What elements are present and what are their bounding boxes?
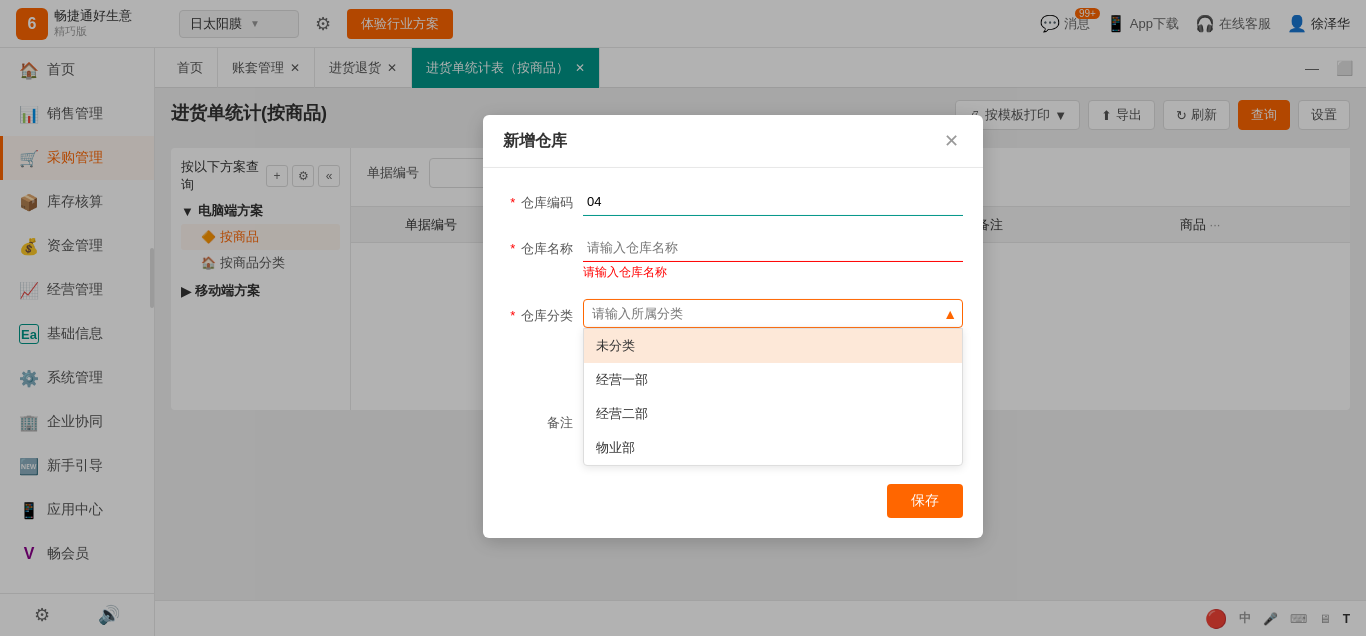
warehouse-category-row: * 仓库分类 ▲ 未分类 经营一部 经营二部: [503, 299, 963, 328]
required-star-name: *: [510, 241, 515, 256]
dropdown-item-dept2-label: 经营二部: [596, 406, 648, 421]
warehouse-note-label: 备注: [503, 408, 583, 432]
dropdown-item-unclassified-label: 未分类: [596, 338, 635, 353]
warehouse-category-field: ▲ 未分类 经营一部 经营二部 物业部: [583, 299, 963, 328]
dropdown-item-dept3[interactable]: 物业部: [584, 431, 962, 465]
category-dropdown: 未分类 经营一部 经营二部 物业部: [583, 328, 963, 466]
warehouse-name-label: * 仓库名称: [503, 234, 583, 258]
modal-title: 新增仓库: [503, 130, 567, 151]
warehouse-name-row: * 仓库名称 请输入仓库名称: [503, 234, 963, 281]
dropdown-item-dept1[interactable]: 经营一部: [584, 363, 962, 397]
warehouse-code-row: * 仓库编码: [503, 188, 963, 216]
dropdown-item-dept3-label: 物业部: [596, 440, 635, 455]
warehouse-code-input[interactable]: [583, 188, 963, 216]
modal-header: 新增仓库 ✕: [483, 115, 983, 168]
dropdown-item-unclassified[interactable]: 未分类: [584, 329, 962, 363]
warehouse-name-error: 请输入仓库名称: [583, 264, 963, 281]
dropdown-item-dept1-label: 经营一部: [596, 372, 648, 387]
required-star-code: *: [510, 195, 515, 210]
new-warehouse-modal: 新增仓库 ✕ * 仓库编码 * 仓库名称 请输入仓库名称: [483, 115, 983, 538]
dropdown-item-dept2[interactable]: 经营二部: [584, 397, 962, 431]
modal-close-button[interactable]: ✕: [939, 129, 963, 153]
warehouse-code-field: [583, 188, 963, 216]
category-select-wrapper: ▲: [583, 299, 963, 328]
warehouse-code-label: * 仓库编码: [503, 188, 583, 212]
modal-body: * 仓库编码 * 仓库名称 请输入仓库名称 * 仓库分类: [483, 168, 983, 474]
category-select-input[interactable]: [583, 299, 963, 328]
save-button[interactable]: 保存: [887, 484, 963, 518]
modal-footer: 保存: [483, 474, 983, 538]
warehouse-category-label: * 仓库分类: [503, 299, 583, 325]
warehouse-name-field: 请输入仓库名称: [583, 234, 963, 281]
warehouse-name-input[interactable]: [583, 234, 963, 262]
required-star-cat: *: [510, 308, 515, 323]
